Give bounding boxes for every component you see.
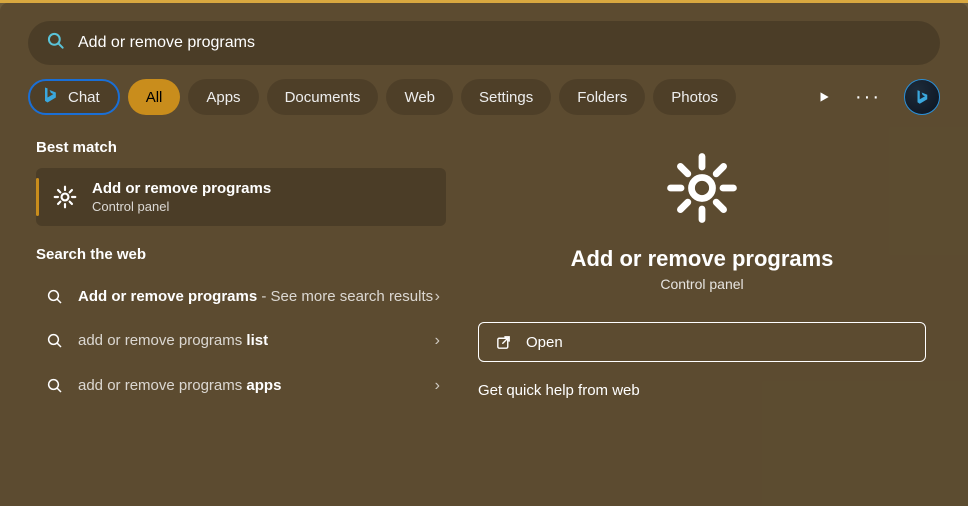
- detail-subtitle: Control panel: [660, 276, 743, 292]
- best-match-title: Add or remove programs: [92, 180, 271, 197]
- web-result[interactable]: add or remove programs list ›: [36, 319, 446, 363]
- play-icon[interactable]: [806, 79, 842, 115]
- filter-row: Chat All Apps Documents Web Settings Fol…: [28, 79, 940, 115]
- web-result-text: Add or remove programs - See more search…: [78, 287, 435, 307]
- search-box[interactable]: Add or remove programs: [28, 21, 940, 65]
- search-icon: [42, 377, 68, 395]
- web-result-text: add or remove programs list: [78, 331, 435, 351]
- filter-chat[interactable]: Chat: [28, 79, 120, 115]
- gear-icon: [665, 151, 739, 230]
- best-match-label: Best match: [36, 139, 446, 156]
- search-icon: [46, 31, 66, 56]
- web-result[interactable]: add or remove programs apps ›: [36, 364, 446, 408]
- open-button[interactable]: Open: [478, 322, 926, 362]
- filter-photos[interactable]: Photos: [653, 79, 736, 115]
- detail-header: Add or remove programs Control panel: [464, 151, 940, 292]
- filter-all[interactable]: All: [128, 79, 181, 115]
- search-query: Add or remove programs: [78, 34, 255, 52]
- filter-apps[interactable]: Apps: [188, 79, 258, 115]
- quick-help-label: Get quick help from web: [478, 382, 926, 399]
- bing-icon: [40, 85, 60, 109]
- start-search-panel: Add or remove programs Chat All Apps Doc…: [0, 3, 968, 506]
- gear-icon: [50, 182, 80, 212]
- open-external-icon: [495, 334, 512, 351]
- chevron-right-icon: ›: [435, 377, 440, 395]
- bing-chat-badge[interactable]: [904, 79, 940, 115]
- chevron-right-icon: ›: [435, 332, 440, 350]
- filter-folders[interactable]: Folders: [559, 79, 645, 115]
- search-web-label: Search the web: [36, 246, 446, 263]
- best-match-result[interactable]: Add or remove programs Control panel: [36, 168, 446, 226]
- search-icon: [42, 288, 68, 306]
- web-result-text: add or remove programs apps: [78, 376, 435, 396]
- filter-documents[interactable]: Documents: [267, 79, 379, 115]
- detail-title: Add or remove programs: [571, 246, 834, 272]
- best-match-subtitle: Control panel: [92, 199, 271, 214]
- web-result[interactable]: Add or remove programs - See more search…: [36, 275, 446, 319]
- filter-settings[interactable]: Settings: [461, 79, 551, 115]
- filter-web[interactable]: Web: [386, 79, 453, 115]
- search-icon: [42, 332, 68, 350]
- more-icon[interactable]: ···: [850, 79, 886, 115]
- chevron-right-icon: ›: [435, 288, 440, 306]
